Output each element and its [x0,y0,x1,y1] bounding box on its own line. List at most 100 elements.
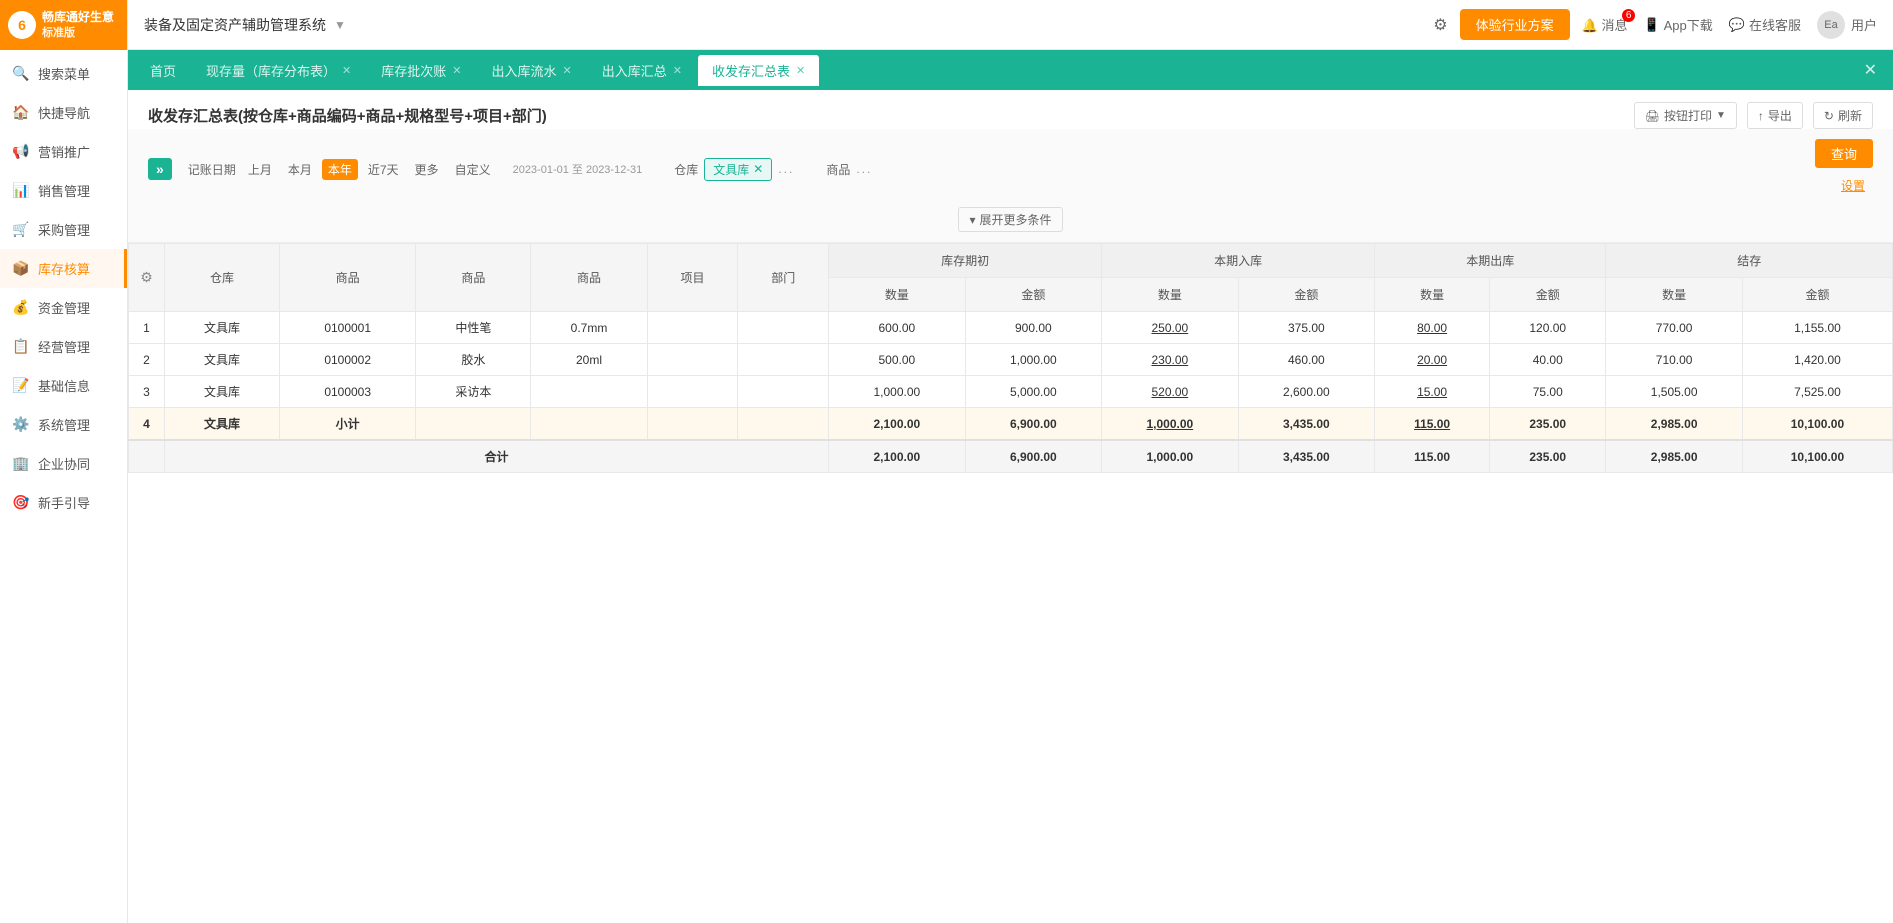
subtotal-out-qty[interactable]: 115.00 [1375,408,1490,441]
row2-warehouse: 文具库 [165,344,280,376]
subtotal-in-qty[interactable]: 1,000.00 [1102,408,1239,441]
row1-name: 中性笔 [416,312,531,344]
col-settings[interactable]: ⚙ [129,244,165,312]
online-service-link[interactable]: 💬 在线客服 [1729,15,1801,34]
date-btn-last-month[interactable]: 上月 [242,159,278,180]
settings-icon[interactable]: ⚙ [1433,15,1447,35]
tab-close-receive-send[interactable]: ✕ [796,64,805,77]
date-btn-7days[interactable]: 近7天 [362,159,405,180]
row3-warehouse: 文具库 [165,376,280,408]
date-btn-more[interactable]: 更多 [409,159,445,180]
table-wrapper: ⚙ 仓库 商品 商品 商品 项目 部门 库存期初 本期入库 本期出库 结存 [128,243,1893,473]
col-name-header: 商品 [416,244,531,312]
tab-close-flow[interactable]: ✕ [563,64,572,77]
topbar: 装备及固定资产辅助管理系统 ▼ ⚙ 体验行业方案 🔔 6 消息 📱 App下载 … [128,0,1893,50]
col-init-stock-header: 库存期初 [829,244,1102,278]
tab-batch[interactable]: 库存批次账 ✕ [367,55,475,86]
filter-settings-btn[interactable]: 设置 [1833,172,1873,199]
tab-stock-dist[interactable]: 现存量（库存分布表） ✕ [192,55,365,86]
filter-goods-group: 商品 ... [810,161,872,178]
sidebar-item-search[interactable]: 🔍 搜索菜单 [0,54,127,93]
app-download-link[interactable]: 📱 App下载 [1643,15,1712,34]
row1-out-qty[interactable]: 80.00 [1375,312,1490,344]
col-project-header: 项目 [647,244,738,312]
subtotal-bal-qty: 2,985.00 [1606,408,1743,441]
topbar-title: 装备及固定资产辅助管理系统 ▼ [144,15,1421,35]
sidebar-item-system[interactable]: ⚙️ 系统管理 [0,405,127,444]
row3-code: 0100003 [279,376,416,408]
row3-out-qty[interactable]: 15.00 [1375,376,1490,408]
refresh-btn[interactable]: ↻ 刷新 [1813,102,1873,129]
col-spec-header: 商品 [531,244,647,312]
filter-toggle-btn[interactable]: » [148,158,172,180]
print-btn[interactable]: 🖨 按钮打印 ▼ [1634,102,1737,129]
sidebar-item-quicknav[interactable]: 🏠 快捷导航 [0,93,127,132]
sidebar-item-basic[interactable]: 📝 基础信息 [0,366,127,405]
row1-spec: 0.7mm [531,312,647,344]
export-icon: ↑ [1758,109,1764,123]
experience-btn[interactable]: 体验行业方案 [1460,9,1570,40]
col-init-amt-header: 金额 [965,278,1102,312]
goods-more-dots[interactable]: ... [856,162,872,176]
logo-icon: 6 [8,11,36,39]
search-icon: 🔍 [12,65,30,82]
topbar-right: 🔔 6 消息 📱 App下载 💬 在线客服 Ea 用户 [1582,11,1877,39]
date-btn-custom[interactable]: 自定义 [449,159,497,180]
tab-home[interactable]: 首页 [136,55,190,86]
sidebar-item-inventory[interactable]: 📦 库存核算 [0,249,127,288]
tab-flow[interactable]: 出入库流水 ✕ [477,55,585,86]
subtotal-in-amt: 3,435.00 [1238,408,1375,441]
export-btn[interactable]: ↑ 导出 [1747,102,1803,129]
tab-close-all[interactable]: ✕ [1856,56,1885,84]
sidebar-item-purchase[interactable]: 🛒 采购管理 [0,210,127,249]
tab-receive-send[interactable]: 收发存汇总表 ✕ [698,55,819,86]
row3-no: 3 [129,376,165,408]
sidebar-item-finance[interactable]: 💰 资金管理 [0,288,127,327]
warehouse-more-dots[interactable]: ... [778,162,794,176]
warehouse-remove-btn[interactable]: ✕ [753,162,763,176]
row2-dept [738,344,829,376]
tab-close-batch[interactable]: ✕ [452,64,461,77]
sidebar-item-sales[interactable]: 📊 销售管理 [0,171,127,210]
row2-no: 2 [129,344,165,376]
row2-in-qty[interactable]: 230.00 [1102,344,1239,376]
row1-in-amt: 375.00 [1238,312,1375,344]
row2-out-qty[interactable]: 20.00 [1375,344,1490,376]
table-row: 3 文具库 0100003 采访本 1,000.00 5,000.00 520.… [129,376,1893,408]
sidebar-item-enterprise[interactable]: 🏢 企业协同 [0,444,127,483]
expand-more-btn[interactable]: ▾ 展开更多条件 [958,207,1062,232]
total-out-qty: 115.00 [1375,440,1490,473]
query-btn[interactable]: 查询 [1815,139,1873,168]
tab-close-summary[interactable]: ✕ [673,64,682,77]
date-btn-this-month[interactable]: 本月 [282,159,318,180]
row1-in-qty[interactable]: 250.00 [1102,312,1239,344]
tab-close-stock-dist[interactable]: ✕ [342,64,351,77]
subtotal-empty1 [416,408,531,441]
row3-dept [738,376,829,408]
sidebar-item-operations[interactable]: 📋 经营管理 [0,327,127,366]
user-area[interactable]: Ea 用户 [1817,11,1877,39]
date-btn-this-year[interactable]: 本年 [322,159,358,180]
inventory-icon: 📦 [12,260,30,277]
total-label: 合计 [165,440,829,473]
row2-init-qty: 500.00 [829,344,966,376]
sidebar-item-marketing[interactable]: 📢 营销推广 [0,132,127,171]
row3-in-qty[interactable]: 520.00 [1102,376,1239,408]
total-empty0 [129,440,165,473]
tab-summary[interactable]: 出入库汇总 ✕ [588,55,696,86]
total-init-qty: 2,100.00 [829,440,966,473]
sidebar-item-guide[interactable]: 🎯 新手引导 [0,483,127,522]
table-settings-icon: ⚙ [140,269,153,285]
row3-spec [531,376,647,408]
row3-project [647,376,738,408]
row2-bal-qty: 710.00 [1606,344,1743,376]
row1-bal-qty: 770.00 [1606,312,1743,344]
notification-bell[interactable]: 🔔 6 消息 [1582,15,1628,34]
system-icon: ⚙️ [12,416,30,433]
col-code-header: 商品 [279,244,416,312]
subtotal-row: 4 文具库 小计 2,100.00 6,900.00 1,000.00 3,43… [129,408,1893,441]
subtotal-label: 小计 [279,408,416,441]
row3-init-amt: 5,000.00 [965,376,1102,408]
row1-code: 0100001 [279,312,416,344]
warehouse-tag[interactable]: 文具库 ✕ [704,158,772,181]
